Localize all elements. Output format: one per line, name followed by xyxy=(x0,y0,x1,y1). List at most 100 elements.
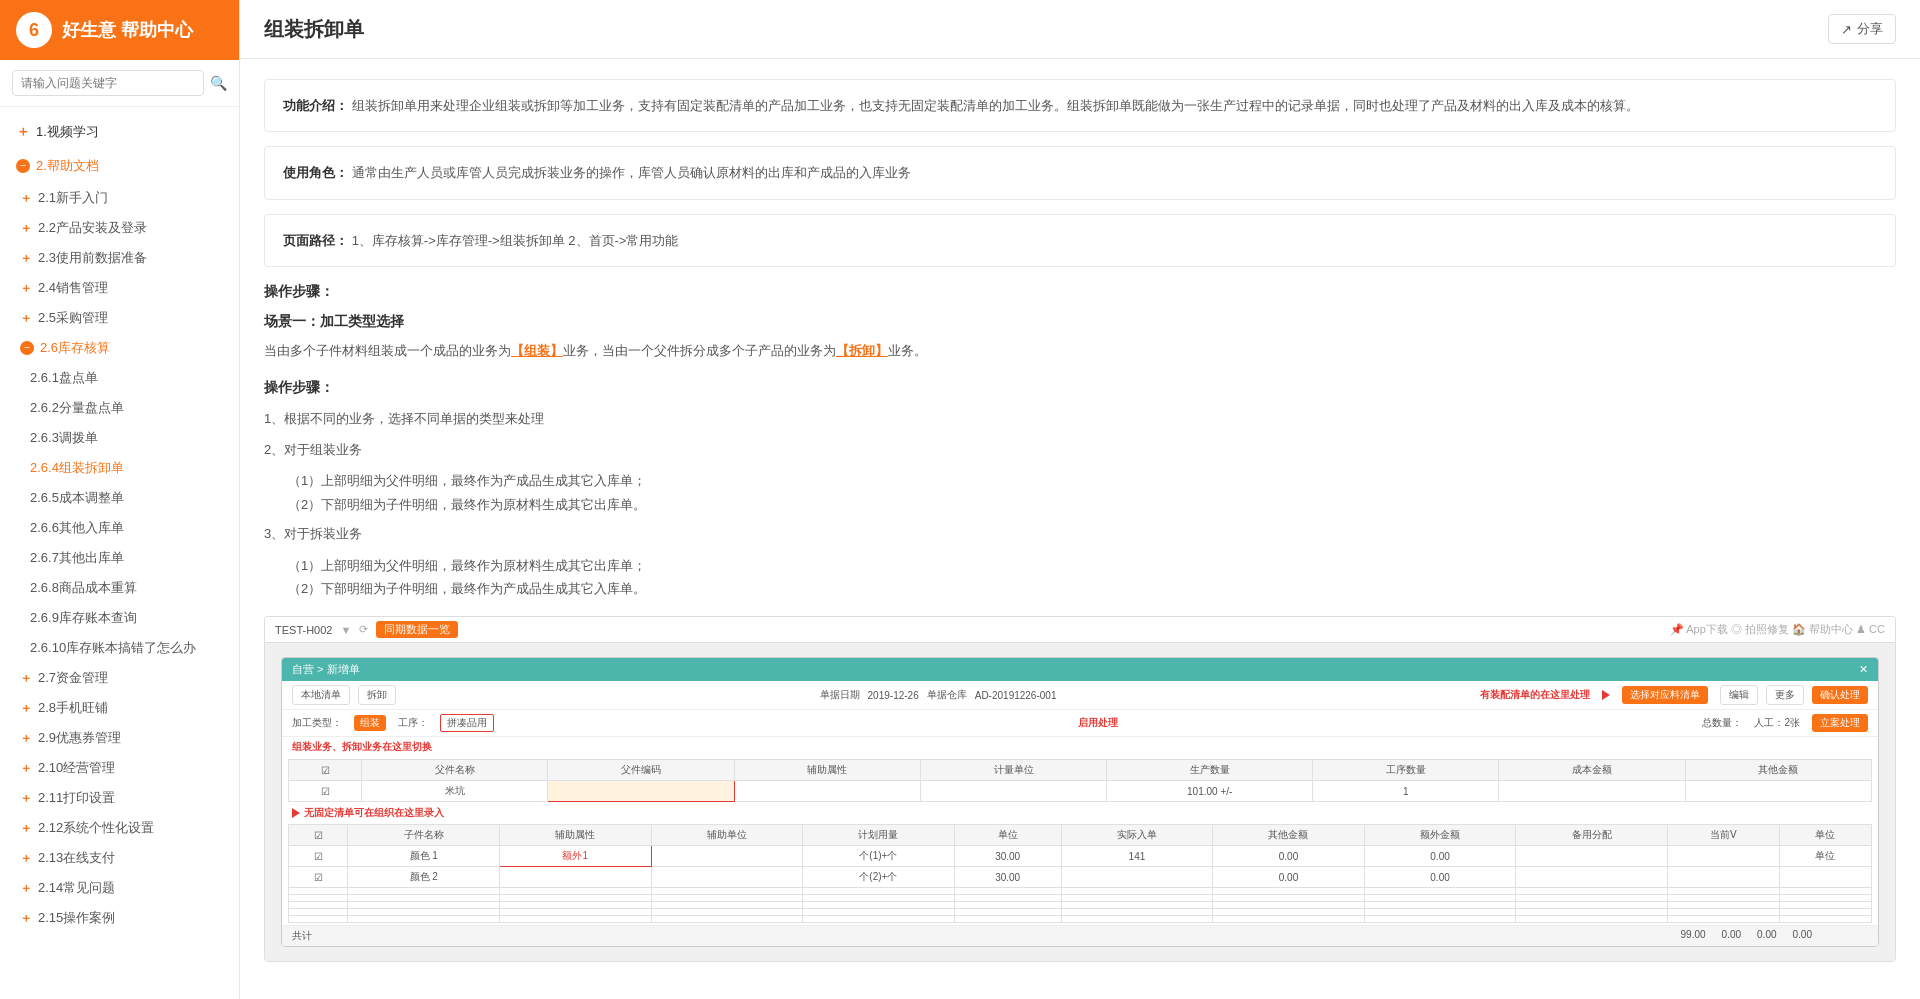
disassembly-term: 【拆卸】 xyxy=(836,343,888,358)
sidebar-item-finance[interactable]: ＋ 2.7资金管理 xyxy=(0,663,239,693)
sidebar-item-label: 2.2产品安装及登录 xyxy=(38,219,147,237)
sidebar-item-help-docs[interactable]: － 2.帮助文档 xyxy=(0,149,239,183)
td-cost-amt xyxy=(1499,781,1685,802)
total-val4: 0.00 xyxy=(1793,929,1812,943)
sidebar-item-other-out[interactable]: 2.6.7其他出库单 xyxy=(0,543,239,573)
nav-section-help-docs: － 2.帮助文档 ＋ 2.1新手入门 ＋ 2.2产品安装及登录 ＋ 2.3使用前… xyxy=(0,149,239,933)
sidebar-header: 6 好生意 帮助中心 xyxy=(0,0,239,60)
sidebar-item-cost-recalc[interactable]: 2.6.8商品成本重算 xyxy=(0,573,239,603)
th-unit: 计量单位 xyxy=(921,760,1107,781)
step2: 2、对于组装业务 xyxy=(264,438,1896,461)
sidebar-item-print[interactable]: ＋ 2.11打印设置 xyxy=(0,783,239,813)
annot-nofixed-label: 无固定清单可在组织在这里录入 xyxy=(304,806,444,820)
sidebar-item-data-prep[interactable]: ＋ 2.3使用前数据准备 xyxy=(0,243,239,273)
th-other-amt2: 其他金额 xyxy=(1213,825,1365,846)
sidebar-item-label: 1.视频学习 xyxy=(36,123,99,141)
th-extra-amt: 额外金额 xyxy=(1364,825,1516,846)
search-icon[interactable]: 🔍 xyxy=(210,75,227,91)
app-window: 自营 > 新增单 ✕ 本地清单 拆卸 单据日期 2019-12-26 单据仓库 … xyxy=(281,657,1879,947)
sidebar-item-custom[interactable]: ＋ 2.12系统个性化设置 xyxy=(0,813,239,843)
inventory-subitems: 2.6.1盘点单 2.6.2分量盘点单 2.6.3调拨单 2.6.4组装拆卸单 … xyxy=(0,363,239,663)
dropdown-icon: ▼ xyxy=(340,624,351,636)
sidebar-item-transfer[interactable]: 2.6.3调拨单 xyxy=(0,423,239,453)
btn-apply[interactable]: 立案处理 xyxy=(1812,714,1868,732)
help-docs-subnav: ＋ 2.1新手入门 ＋ 2.2产品安装及登录 ＋ 2.3使用前数据准备 ＋ 2.… xyxy=(0,183,239,933)
search-input[interactable] xyxy=(12,70,204,96)
td-reserve xyxy=(1516,846,1668,867)
td-reserve2 xyxy=(1516,867,1668,888)
sidebar-item-inventory-check[interactable]: 2.6.1盘点单 xyxy=(0,363,239,393)
proc-value[interactable]: 拼凑品用 xyxy=(440,714,494,732)
step1: 1、根据不同的业务，选择不同单据的类型来处理 xyxy=(264,407,1896,430)
scenario1-intro: 当由多个子件材料组装成一个成品的业务为【组装】业务，当由一个父件拆分成多个子产品… xyxy=(264,339,1896,362)
sidebar-item-video-learning[interactable]: ＋ 1.视频学习 xyxy=(0,115,239,149)
page-title: 组装拆卸单 xyxy=(264,16,364,43)
sidebar-item-payment[interactable]: ＋ 2.13在线支付 xyxy=(0,843,239,873)
sidebar-item-inventory[interactable]: － 2.6库存核算 xyxy=(0,333,239,363)
step3: 3、对于拆装业务 xyxy=(264,522,1896,545)
plus-icon: ＋ xyxy=(20,700,32,717)
sidebar-item-ledger-query[interactable]: 2.6.9库存账本查询 xyxy=(0,603,239,633)
sidebar-item-partial-check[interactable]: 2.6.2分量盘点单 xyxy=(0,393,239,423)
td-aux-attr xyxy=(734,781,920,802)
sidebar-item-faq[interactable]: ＋ 2.14常见问题 xyxy=(0,873,239,903)
annot-bom-label: 有装配清单的在这里处理 xyxy=(1480,688,1590,702)
btn-more[interactable]: 更多 xyxy=(1766,685,1804,705)
intro-label: 功能介绍： xyxy=(283,98,348,113)
btn-edit[interactable]: 编辑 xyxy=(1720,685,1758,705)
sidebar-item-purchase[interactable]: ＋ 2.5采购管理 xyxy=(0,303,239,333)
company-code: TEST-H002 xyxy=(275,624,332,636)
sidebar-item-ledger-fix[interactable]: 2.6.10库存账本搞错了怎么办 xyxy=(0,633,239,663)
btn-discard[interactable]: 拆卸 xyxy=(358,685,396,705)
td-plan-qty2: 个(1)+个 xyxy=(803,846,955,867)
app-titlebar: 自营 > 新增单 ✕ xyxy=(282,658,1878,681)
page-content: 功能介绍： 组装拆卸单用来处理企业组装或拆卸等加工业务，支持有固定装配清单的产品… xyxy=(240,59,1920,999)
plus-icon: ＋ xyxy=(20,910,32,927)
bottom-table-area: ☑ 子件名称 辅助属性 辅助单位 计划用量 单位 实际入单 其他金额 额外金额 xyxy=(282,822,1878,925)
role-text: 通常由生产人员或库管人员完成拆装业务的操作，库管人员确认原材料的出库和产成品的入… xyxy=(352,165,911,180)
sidebar-item-cost-adjust[interactable]: 2.6.5成本调整单 xyxy=(0,483,239,513)
sidebar-item-sales[interactable]: ＋ 2.4销售管理 xyxy=(0,273,239,303)
totals-bar: 共计 99.00 0.00 0.00 0.00 xyxy=(282,925,1878,946)
sidebar-item-cases[interactable]: ＋ 2.15操作案例 xyxy=(0,903,239,933)
td-curr-v xyxy=(1667,846,1779,867)
qty-value: 人工：2张 xyxy=(1754,716,1800,730)
plus-icon: ＋ xyxy=(20,760,32,777)
td-extra-amt3: 0.00 xyxy=(1364,867,1516,888)
sidebar-item-label: 2.6库存核算 xyxy=(40,339,110,357)
sidebar-item-ops[interactable]: ＋ 2.10经营管理 xyxy=(0,753,239,783)
sidebar-item-coupon[interactable]: ＋ 2.9优惠券管理 xyxy=(0,723,239,753)
close-icon[interactable]: ✕ xyxy=(1859,663,1868,676)
td-aux-unit3 xyxy=(651,867,803,888)
plus-icon: ＋ xyxy=(20,190,32,207)
share-button[interactable]: ↗ 分享 xyxy=(1828,14,1896,44)
table-row xyxy=(289,916,1872,923)
sidebar-item-mobile[interactable]: ＋ 2.8手机旺铺 xyxy=(0,693,239,723)
sidebar-item-label: 2.8手机旺铺 xyxy=(38,699,108,717)
doc-type-label: 加工类型： xyxy=(292,716,342,730)
th-aux-attr2: 辅助属性 xyxy=(499,825,651,846)
plus-icon: ＋ xyxy=(20,820,32,837)
td-parent-code[interactable] xyxy=(548,781,734,802)
sidebar-item-label: 2.5采购管理 xyxy=(38,309,108,327)
op-steps-title: 操作步骤： xyxy=(264,379,1896,397)
td-unit-val: 30.00 xyxy=(954,846,1061,867)
td-extra1[interactable]: 额外1 xyxy=(499,846,651,867)
td-cb2: ☑ xyxy=(289,846,348,867)
search-box[interactable]: 🔍 xyxy=(0,60,239,107)
btn-confirm[interactable]: 确认处理 xyxy=(1812,686,1868,704)
sidebar-item-assembly[interactable]: 2.6.4组装拆卸单 xyxy=(0,453,239,483)
th-checkbox: ☑ xyxy=(289,760,362,781)
step3-sub: （1）上部明细为父件明细，最终作为原材料生成其它出库单； （2）下部明细为子件明… xyxy=(264,554,1896,601)
role-label: 使用角色： xyxy=(283,165,348,180)
period-data-btn[interactable]: 同期数据一览 xyxy=(376,621,458,638)
btn-save[interactable]: 本地清单 xyxy=(292,685,350,705)
sidebar-item-install[interactable]: ＋ 2.2产品安装及登录 xyxy=(0,213,239,243)
btn-bom[interactable]: 选择对应料清单 xyxy=(1622,686,1708,704)
sidebar-item-other-in[interactable]: 2.6.6其他入库单 xyxy=(0,513,239,543)
intro-block: 功能介绍： 组装拆卸单用来处理企业组装或拆卸等加工业务，支持有固定装配清单的产品… xyxy=(264,79,1896,132)
assembly-term: 【组装】 xyxy=(511,343,563,358)
annotation-row: 组装业务、拆卸业务在这里切换 xyxy=(282,737,1878,757)
sidebar-item-beginner[interactable]: ＋ 2.1新手入门 xyxy=(0,183,239,213)
refresh-icon: ⟳ xyxy=(359,623,368,636)
